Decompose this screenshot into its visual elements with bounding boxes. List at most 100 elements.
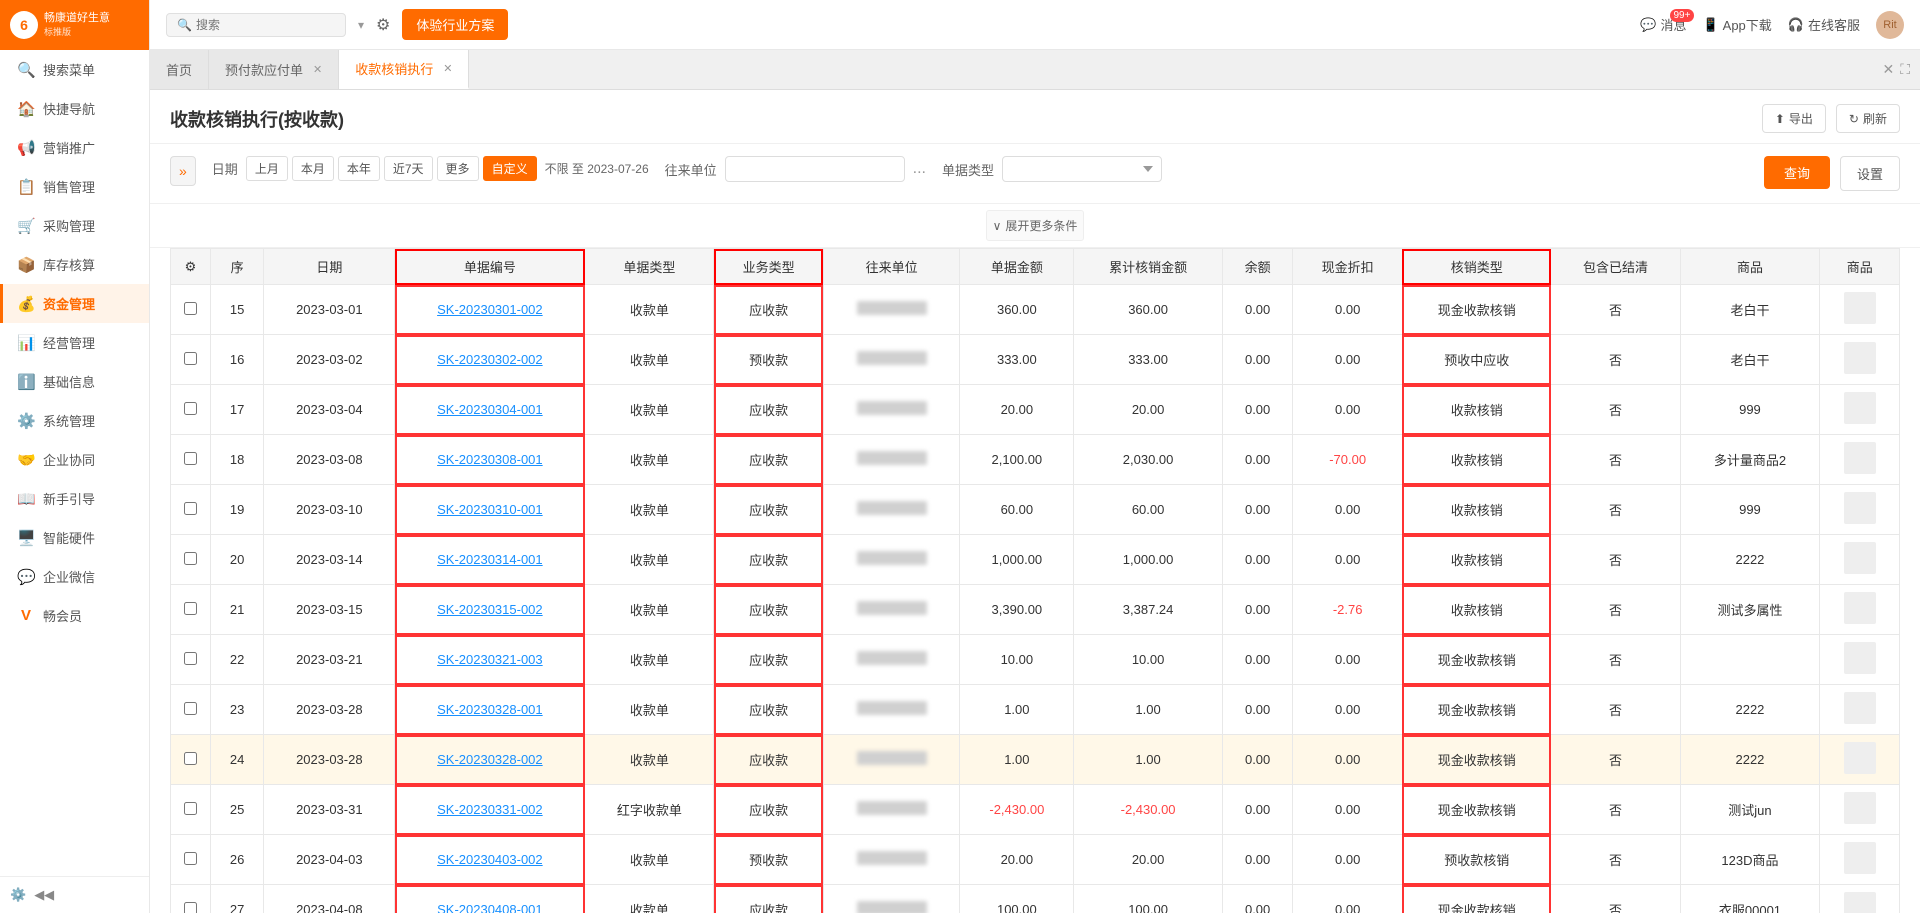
user-avatar[interactable]: Rit xyxy=(1876,11,1904,39)
sidebar-item-purchase[interactable]: 🛒 采购管理 xyxy=(0,206,149,245)
table-row: 15 2023-03-01 SK-20230301-002 收款单 应收款 36… xyxy=(171,285,1900,335)
tab-prepay-close-icon[interactable]: ✕ xyxy=(313,63,322,76)
this-month-button[interactable]: 本月 xyxy=(292,156,334,181)
refresh-button[interactable]: ↻ 刷新 xyxy=(1836,104,1900,133)
table-row: 27 2023-04-08 SK-20230408-001 收款单 应收款 10… xyxy=(171,885,1900,913)
td-checkbox[interactable] xyxy=(171,685,211,735)
topbar-search-box[interactable]: 🔍 xyxy=(166,13,346,37)
page-header: 收款核销执行(按收款) ⬆ 导出 ↻ 刷新 xyxy=(150,90,1920,144)
sidebar-item-system[interactable]: ⚙️ 系统管理 xyxy=(0,401,149,440)
query-button[interactable]: 查询 xyxy=(1764,156,1830,189)
doc-no-link[interactable]: SK-20230328-002 xyxy=(437,752,543,767)
doc-no-link[interactable]: SK-20230403-002 xyxy=(437,852,543,867)
sidebar-item-finance[interactable]: 💰 资金管理 xyxy=(0,284,149,323)
td-checkbox[interactable] xyxy=(171,785,211,835)
sidebar-item-wechat[interactable]: 💬 企业微信 xyxy=(0,557,149,596)
tab-prepay[interactable]: 预付款应付单 ✕ xyxy=(209,50,339,89)
app-download-button[interactable]: 📱 App下载 xyxy=(1702,15,1771,34)
partner-input[interactable] xyxy=(725,156,905,182)
doc-no-link[interactable]: SK-20230310-001 xyxy=(437,502,543,517)
row-checkbox[interactable] xyxy=(184,802,197,815)
doc-no-link[interactable]: SK-20230301-002 xyxy=(437,302,543,317)
sidebar-item-search[interactable]: 🔍 搜索菜单 xyxy=(0,50,149,89)
sidebar-item-guide[interactable]: 📖 新手引导 xyxy=(0,479,149,518)
dropdown-arrow-icon[interactable]: ▾ xyxy=(358,18,364,32)
td-seq: 22 xyxy=(211,635,264,685)
row-checkbox[interactable] xyxy=(184,702,197,715)
row-checkbox[interactable] xyxy=(184,502,197,515)
sidebar-item-member[interactable]: V 畅会员 xyxy=(0,596,149,635)
doc-no-link[interactable]: SK-20230314-001 xyxy=(437,552,543,567)
td-checkbox[interactable] xyxy=(171,635,211,685)
row-checkbox[interactable] xyxy=(184,352,197,365)
th-partner: 往来单位 xyxy=(823,249,960,285)
row-checkbox[interactable] xyxy=(184,752,197,765)
voucher-type-select[interactable] xyxy=(1002,156,1162,182)
doc-no-link[interactable]: SK-20230331-002 xyxy=(437,802,543,817)
filter-expand-button[interactable]: » xyxy=(170,156,196,186)
doc-no-link[interactable]: SK-20230315-002 xyxy=(437,602,543,617)
last-7-days-button[interactable]: 近7天 xyxy=(384,156,433,181)
solution-button[interactable]: 体验行业方案 xyxy=(402,9,508,40)
custom-date-button[interactable]: 自定义 xyxy=(483,156,537,181)
doc-no-link[interactable]: SK-20230302-002 xyxy=(437,352,543,367)
row-checkbox[interactable] xyxy=(184,302,197,315)
td-checkbox[interactable] xyxy=(171,335,211,385)
td-checkbox[interactable] xyxy=(171,735,211,785)
td-seq: 19 xyxy=(211,485,264,535)
tab-close-all-icon[interactable]: ✕ xyxy=(1882,61,1894,78)
tab-expand-icon[interactable]: ⛶ xyxy=(1900,61,1910,78)
td-checkbox[interactable] xyxy=(171,885,211,913)
td-checkbox[interactable] xyxy=(171,485,211,535)
sidebar-item-marketing[interactable]: 📢 营销推广 xyxy=(0,128,149,167)
messages-button[interactable]: 💬 消息 99+ xyxy=(1640,15,1686,34)
sidebar-item-operations[interactable]: 📊 经营管理 xyxy=(0,323,149,362)
sidebar-bottom: ⚙️ ◀◀ xyxy=(0,876,149,913)
sidebar-item-shortcut[interactable]: 🏠 快捷导航 xyxy=(0,89,149,128)
sidebar-item-basic[interactable]: ℹ️ 基础信息 xyxy=(0,362,149,401)
doc-no-link[interactable]: SK-20230304-001 xyxy=(437,402,543,417)
last-month-button[interactable]: 上月 xyxy=(246,156,288,181)
partner-more-icon[interactable]: ... xyxy=(913,160,926,178)
tab-verify-close-icon[interactable]: ✕ xyxy=(443,62,452,75)
tab-verify[interactable]: 收款核销执行 ✕ xyxy=(339,50,469,89)
td-checkbox[interactable] xyxy=(171,585,211,635)
row-checkbox[interactable] xyxy=(184,402,197,415)
gear-icon[interactable]: ⚙ xyxy=(376,15,390,35)
td-checkbox[interactable] xyxy=(171,435,211,485)
sidebar-item-hardware[interactable]: 🖥️ 智能硬件 xyxy=(0,518,149,557)
collapse-icon[interactable]: ◀◀ xyxy=(34,887,54,903)
row-checkbox[interactable] xyxy=(184,452,197,465)
td-checkbox[interactable] xyxy=(171,385,211,435)
td-date: 2023-03-01 xyxy=(264,285,395,335)
td-balance: 0.00 xyxy=(1222,385,1293,435)
row-checkbox[interactable] xyxy=(184,602,197,615)
more-date-button[interactable]: 更多 xyxy=(437,156,479,181)
export-button[interactable]: ⬆ 导出 xyxy=(1762,104,1826,133)
settings-icon[interactable]: ⚙️ xyxy=(10,887,26,903)
tab-home[interactable]: 首页 xyxy=(150,50,209,89)
row-checkbox[interactable] xyxy=(184,652,197,665)
inventory-icon: 📦 xyxy=(17,256,35,274)
td-goods-img xyxy=(1820,785,1900,835)
expand-more-button[interactable]: ∨ 展开更多条件 xyxy=(986,210,1085,241)
row-checkbox[interactable] xyxy=(184,902,197,913)
sidebar-item-inventory[interactable]: 📦 库存核算 xyxy=(0,245,149,284)
settings-button[interactable]: 设置 xyxy=(1840,156,1900,191)
doc-no-link[interactable]: SK-20230408-001 xyxy=(437,902,543,913)
search-input[interactable] xyxy=(196,18,316,32)
row-checkbox[interactable] xyxy=(184,552,197,565)
sidebar-item-sales[interactable]: 📋 销售管理 xyxy=(0,167,149,206)
td-checkbox[interactable] xyxy=(171,835,211,885)
td-amount: 1.00 xyxy=(960,685,1074,735)
doc-no-link[interactable]: SK-20230308-001 xyxy=(437,452,543,467)
online-service-button[interactable]: 🎧 在线客服 xyxy=(1788,15,1860,34)
td-checkbox[interactable] xyxy=(171,285,211,335)
doc-no-link[interactable]: SK-20230321-003 xyxy=(437,652,543,667)
doc-no-link[interactable]: SK-20230328-001 xyxy=(437,702,543,717)
th-gear[interactable]: ⚙ xyxy=(171,249,211,285)
this-year-button[interactable]: 本年 xyxy=(338,156,380,181)
td-checkbox[interactable] xyxy=(171,535,211,585)
sidebar-item-enterprise[interactable]: 🤝 企业协同 xyxy=(0,440,149,479)
row-checkbox[interactable] xyxy=(184,852,197,865)
